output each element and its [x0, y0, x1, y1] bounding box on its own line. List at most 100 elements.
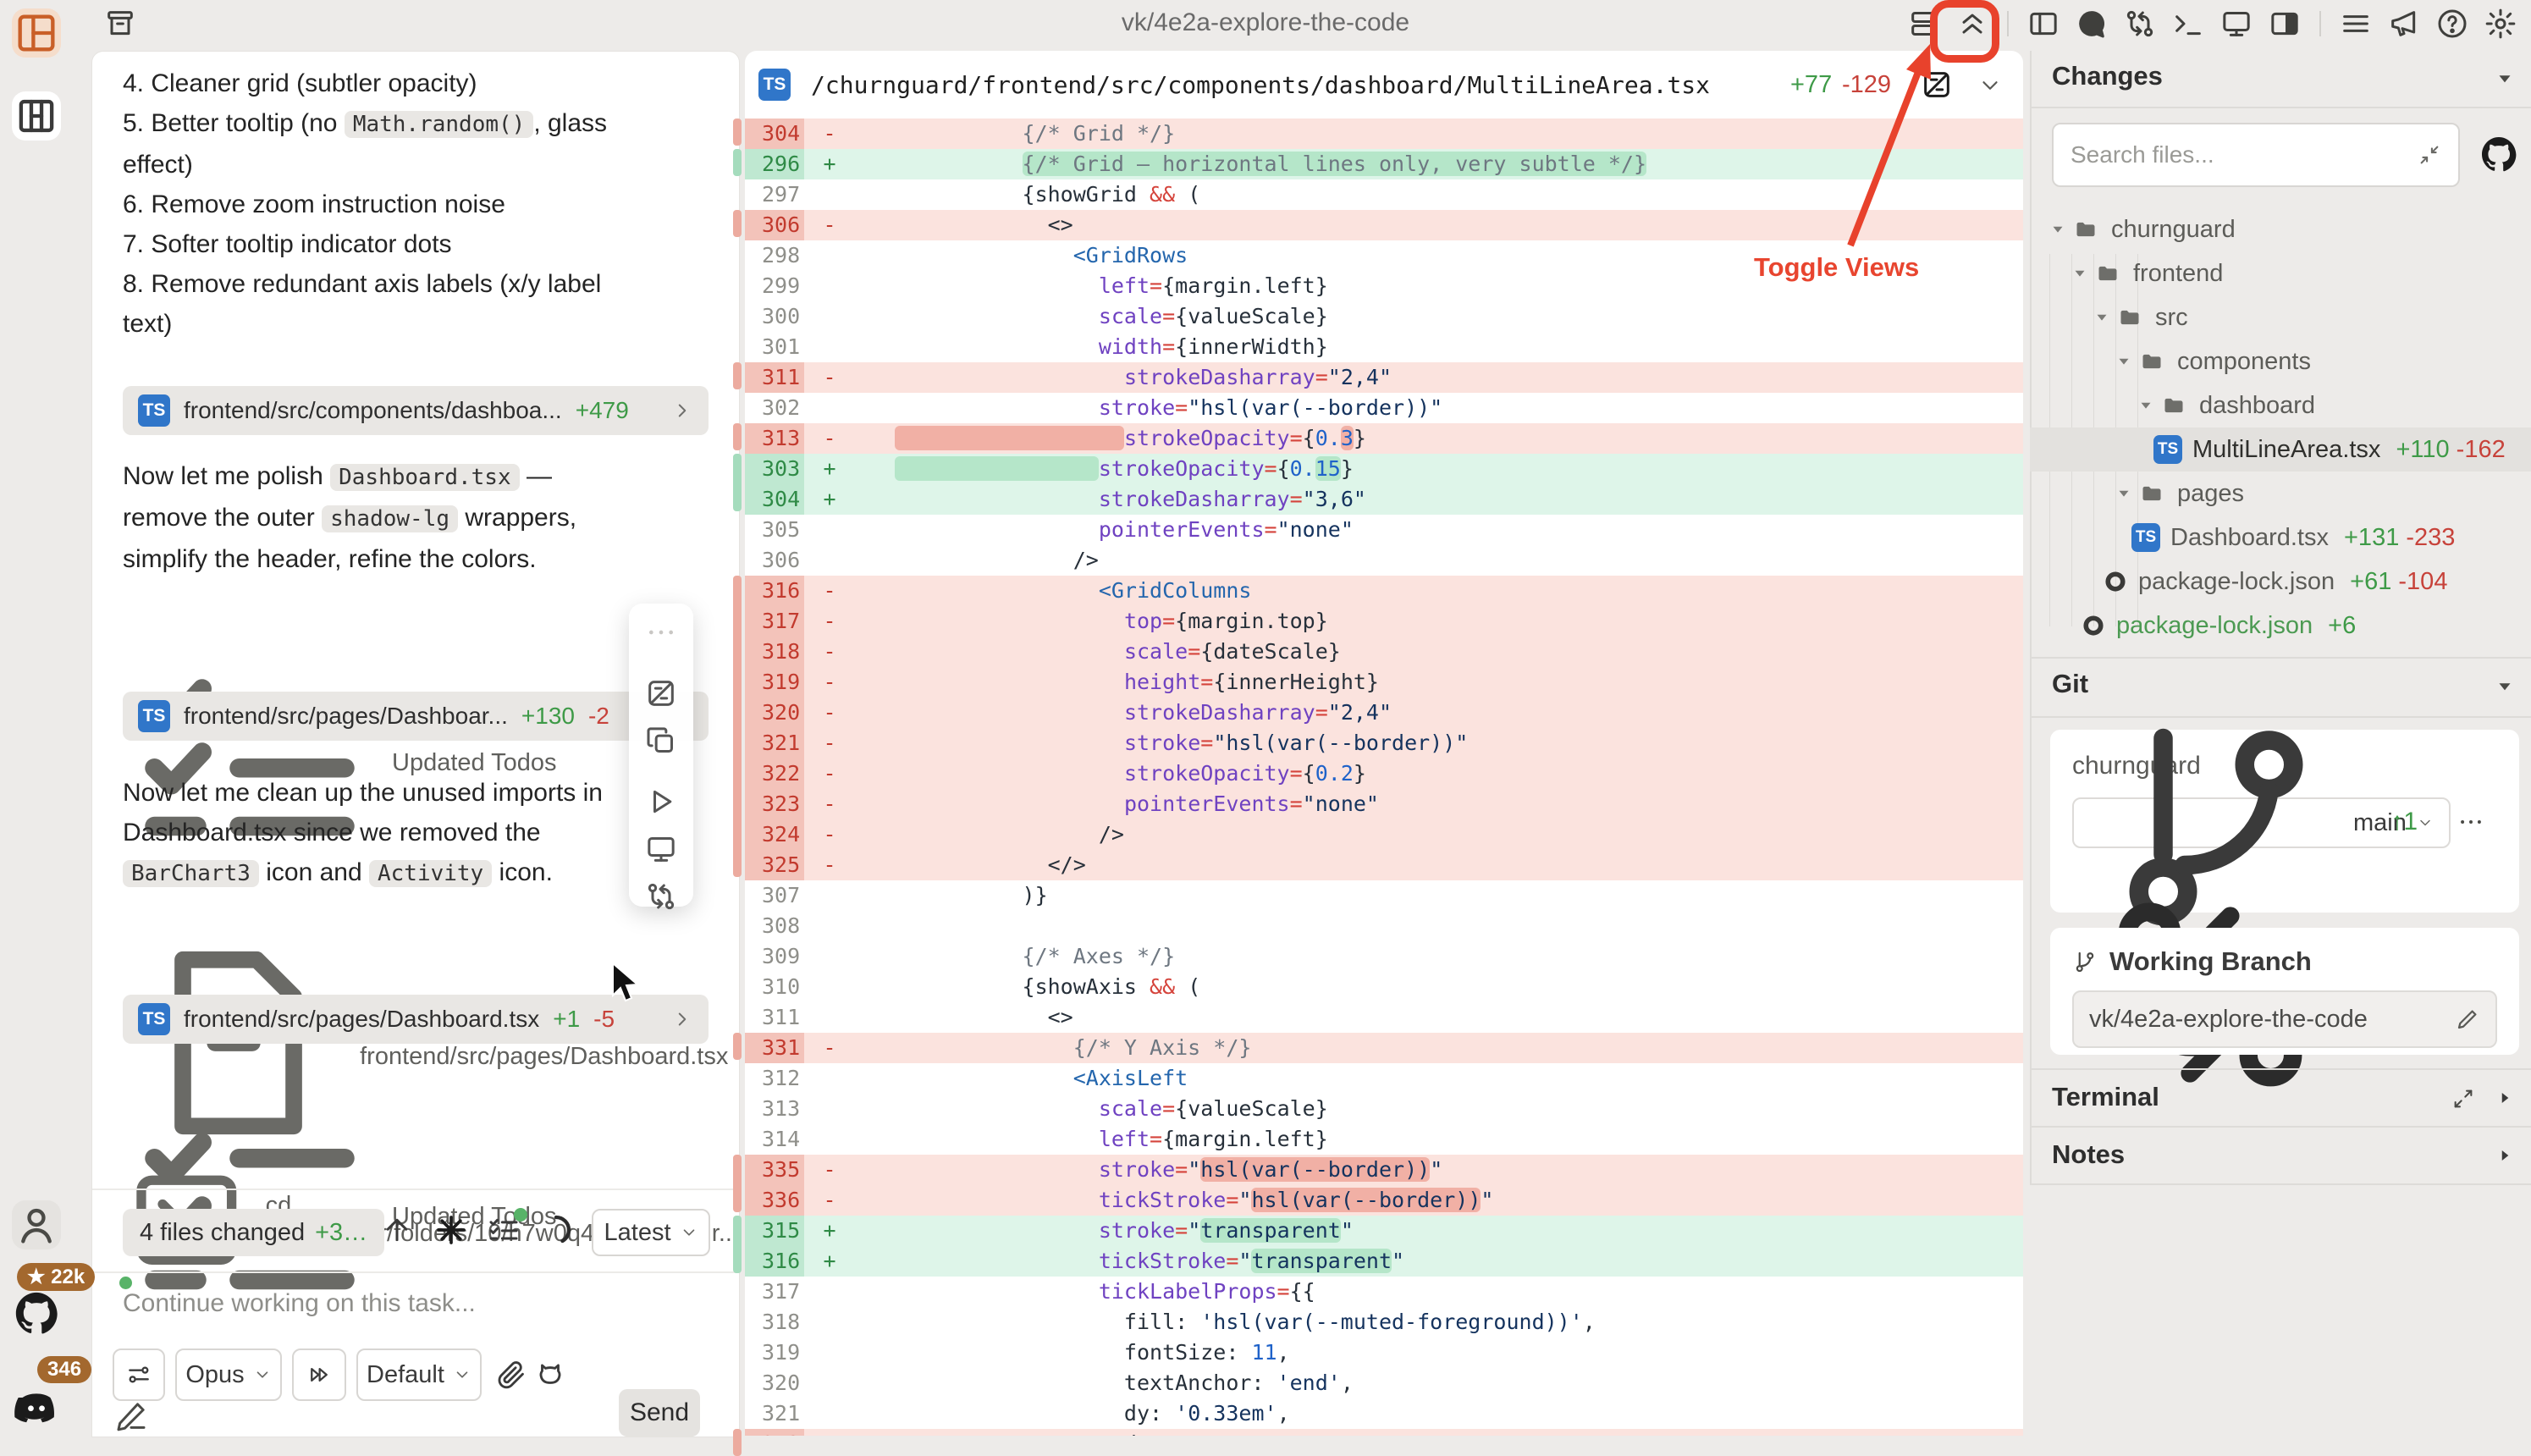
- diff-marker: [804, 972, 855, 1002]
- mode-dropdown[interactable]: Default: [356, 1348, 482, 1401]
- workspace-button[interactable]: [12, 8, 61, 58]
- tree-row-package-lock-json[interactable]: package-lock.json+6: [2030, 604, 2531, 648]
- help-icon[interactable]: [2435, 7, 2469, 41]
- folder-icon: [2094, 262, 2121, 285]
- diff-marker: [804, 1094, 855, 1124]
- git-branch-icon: [2072, 949, 2098, 974]
- expander-icon[interactable]: [2109, 352, 2138, 371]
- edit-pencil-icon[interactable]: [2455, 1007, 2480, 1032]
- panel-left-icon[interactable]: [2026, 7, 2060, 41]
- diff-marker: -: [804, 728, 855, 758]
- chevron-down-icon[interactable]: [1977, 73, 2003, 98]
- overview-change-mark: [733, 423, 742, 450]
- git-compare-icon[interactable]: [2123, 7, 2157, 41]
- menu-icon[interactable]: [2339, 7, 2373, 41]
- tree-row-dashboard-tsx[interactable]: TSDashboard.tsx+131 -233: [2030, 516, 2531, 560]
- expander-icon[interactable]: [2087, 308, 2116, 327]
- terminal-icon[interactable]: [2171, 7, 2205, 41]
- play-icon[interactable]: [644, 785, 678, 819]
- settings-icon[interactable]: [2484, 7, 2517, 41]
- expander-icon[interactable]: [2043, 220, 2072, 239]
- ts-file-icon: TS: [2153, 435, 2182, 464]
- spark-icon[interactable]: [434, 1213, 468, 1247]
- collapse-tree-icon[interactable]: [2418, 143, 2441, 167]
- send-button[interactable]: Send: [619, 1389, 700, 1437]
- tree-row-package-lock-json[interactable]: package-lock.json+61 -104: [2030, 560, 2531, 604]
- megaphone-icon[interactable]: [2387, 7, 2421, 41]
- board-button[interactable]: [12, 91, 61, 141]
- search-files-input[interactable]: Search files...: [2052, 123, 2460, 187]
- diffbox-icon[interactable]: [644, 676, 678, 710]
- github-icon[interactable]: [2479, 134, 2519, 174]
- expander-icon[interactable]: [2131, 396, 2160, 415]
- top-bar: vk/4e2a-explore-the-code: [0, 0, 2531, 47]
- panel-right-icon[interactable]: [2268, 7, 2302, 41]
- diff-row: 321- stroke="hsl(var(--border))": [745, 728, 2023, 758]
- diff-marker: -: [804, 606, 855, 637]
- working-branch-input[interactable]: vk/4e2a-explore-the-code: [2072, 990, 2497, 1048]
- expand-icon[interactable]: [2451, 1087, 2475, 1111]
- tree-row-pages[interactable]: pages: [2030, 472, 2531, 516]
- monitor-icon[interactable]: [2219, 7, 2253, 41]
- code-line: height={innerHeight}: [855, 667, 2023, 698]
- copy-icon[interactable]: [644, 724, 678, 758]
- github-button[interactable]: [12, 1288, 61, 1337]
- caret-right-icon[interactable]: [2494, 1144, 2516, 1166]
- chat-bubble-icon[interactable]: [2075, 7, 2109, 41]
- expander-icon[interactable]: [2109, 484, 2138, 503]
- diff-row: 317 tickLabelProps={{: [745, 1277, 2023, 1307]
- drag-handle-icon[interactable]: [644, 615, 678, 649]
- file-chip-path: frontend/src/components/dashboa...: [184, 397, 562, 424]
- account-button[interactable]: [12, 1200, 61, 1249]
- tree-row-dashboard[interactable]: dashboard: [2030, 383, 2531, 427]
- line-number: 312: [745, 1063, 804, 1094]
- section-collapse-icon[interactable]: [2494, 676, 2516, 698]
- text-run: effect): [123, 151, 193, 179]
- tree-row-src[interactable]: src: [2030, 295, 2531, 339]
- line-number: 319: [745, 1337, 804, 1368]
- diff-marker: [804, 332, 855, 362]
- monitor-icon[interactable]: [644, 832, 678, 866]
- settings-sliders-button[interactable]: [113, 1348, 165, 1401]
- message-input[interactable]: Continue working on this task...: [123, 1289, 476, 1318]
- arrow-up-icon[interactable]: [380, 1213, 414, 1247]
- file-chip-dashboard-small[interactable]: TS frontend/src/pages/Dashboard.tsx +1 -…: [123, 995, 709, 1044]
- model-dropdown[interactable]: Opus: [175, 1348, 282, 1401]
- inline-code-chip: BarChart3: [123, 860, 259, 887]
- expander-icon[interactable]: [2065, 264, 2094, 283]
- section-collapse-icon[interactable]: [2494, 68, 2516, 90]
- file-chip-pages-dashboard[interactable]: TS frontend/src/pages/Dashboar... +130 -…: [123, 692, 709, 741]
- discord-count-badge: 346: [37, 1356, 91, 1383]
- more-options-icon[interactable]: [2457, 808, 2485, 836]
- diff-view-icon[interactable]: [1920, 68, 1954, 102]
- discord-button[interactable]: [12, 1385, 61, 1434]
- ts-file-icon: TS: [2131, 523, 2160, 552]
- file-chip-components-dashboard[interactable]: TS frontend/src/components/dashboa... +4…: [123, 386, 709, 435]
- code-line: scale={valueScale}: [855, 1094, 2023, 1124]
- git-compare-icon[interactable]: [644, 880, 678, 913]
- line-number: 323: [745, 789, 804, 819]
- diff-row: 301 width={innerWidth}: [745, 332, 2023, 362]
- overview-change-mark: [733, 1429, 742, 1456]
- diff-header: TS /churnguard/frontend/src/components/d…: [745, 51, 2023, 120]
- diff-row: 335- stroke="hsl(var(--border))": [745, 1155, 2023, 1185]
- file-name: components: [2177, 348, 2311, 376]
- caret-right-icon[interactable]: [2494, 1087, 2516, 1109]
- tree-row-churnguard[interactable]: churnguard: [2030, 207, 2531, 251]
- tree-row-multilinearea-tsx[interactable]: TSMultiLineArea.tsx+110 -162: [2030, 427, 2531, 472]
- code-line: dy: '0.33em',: [855, 1398, 2023, 1429]
- file-name: dashboard: [2199, 392, 2315, 420]
- pen-icon[interactable]: [114, 1399, 148, 1433]
- tree-row-components[interactable]: components: [2030, 339, 2531, 383]
- added-count: +131: [2344, 524, 2399, 551]
- files-changed-chip[interactable]: 4 files changed +3…: [123, 1209, 384, 1256]
- version-dropdown[interactable]: Latest: [592, 1209, 710, 1256]
- fast-forward-button[interactable]: [292, 1348, 346, 1401]
- diff-row: 304+ strokeDasharray="3,6": [745, 484, 2023, 515]
- cat-icon[interactable]: [534, 1359, 566, 1391]
- code-line: {/* Grid — horizontal lines only, very s…: [855, 149, 2023, 179]
- tree-row-frontend[interactable]: frontend: [2030, 251, 2531, 295]
- attach-paperclip-icon[interactable]: [495, 1359, 527, 1391]
- diff-marker: -: [804, 1429, 855, 1436]
- file-name: Dashboard.tsx: [2170, 524, 2329, 552]
